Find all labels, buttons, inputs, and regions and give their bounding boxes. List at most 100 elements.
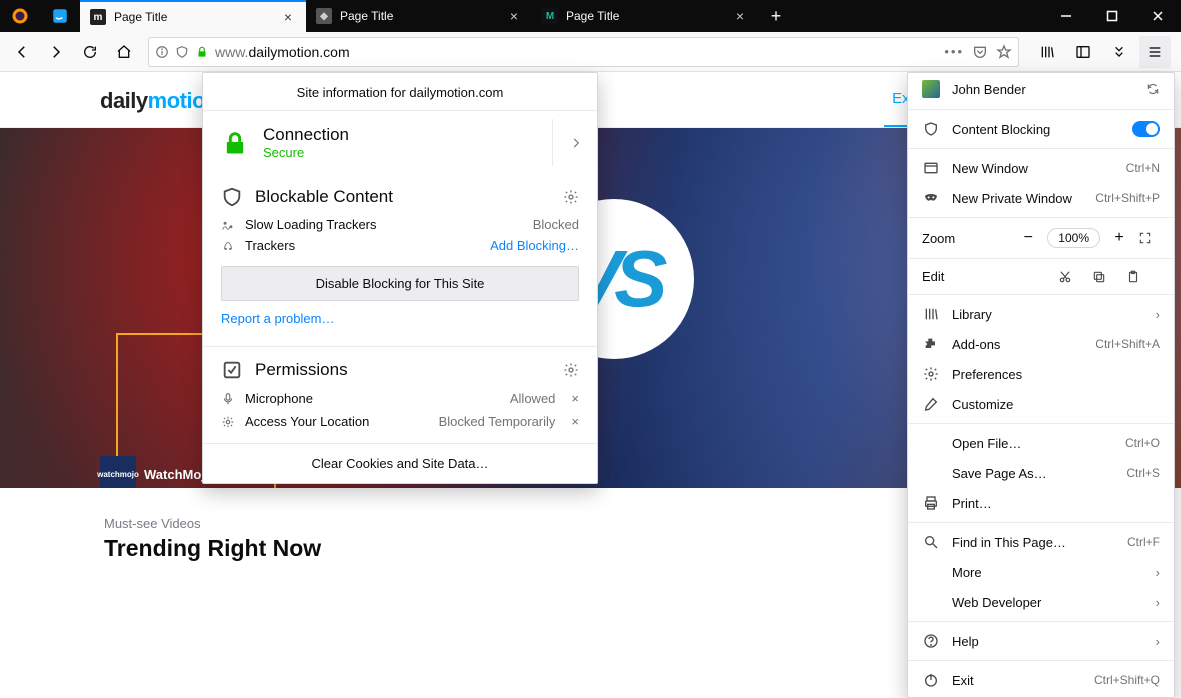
- cut-icon[interactable]: [1058, 270, 1092, 284]
- menu-content-blocking[interactable]: Content Blocking: [908, 114, 1174, 144]
- menu-open-file[interactable]: Open File… Ctrl+O: [908, 428, 1174, 458]
- copy-icon[interactable]: [1092, 270, 1126, 284]
- chevron-right-icon: ›: [1156, 565, 1160, 580]
- content-blocking-toggle[interactable]: [1132, 121, 1160, 137]
- pinned-tab-app[interactable]: [40, 0, 80, 32]
- paint-icon: [922, 396, 940, 412]
- clear-site-data-button[interactable]: Clear Cookies and Site Data…: [203, 443, 597, 483]
- pocket-icon[interactable]: [972, 44, 988, 60]
- clear-permission-icon[interactable]: ×: [565, 391, 579, 406]
- report-problem-link[interactable]: Report a problem…: [221, 305, 334, 336]
- overflow-chevron-icon[interactable]: [1103, 36, 1135, 68]
- tracking-protection-icon[interactable]: [175, 45, 189, 59]
- sync-icon[interactable]: [1146, 82, 1160, 96]
- help-icon: [922, 633, 940, 649]
- menu-web-developer[interactable]: Web Developer ›: [908, 587, 1174, 617]
- search-icon: [922, 534, 940, 550]
- slow-trackers-icon: [221, 218, 235, 232]
- perm-microphone-status: Allowed: [510, 391, 556, 406]
- blockable-content-label: Blockable Content: [255, 187, 393, 207]
- window-maximize-button[interactable]: [1089, 0, 1135, 32]
- tab-close-icon[interactable]: ×: [280, 9, 296, 25]
- connection-label: Connection: [263, 125, 349, 145]
- site-logo[interactable]: dailymotion: [100, 88, 218, 112]
- tab-title: Page Title: [566, 9, 724, 23]
- menu-more[interactable]: More ›: [908, 557, 1174, 587]
- gear-icon: [922, 366, 940, 382]
- menu-exit[interactable]: Exit Ctrl+Shift+Q: [908, 665, 1174, 695]
- menu-save-page[interactable]: Save Page As… Ctrl+S: [908, 458, 1174, 488]
- forward-button[interactable]: [40, 36, 72, 68]
- channel-avatar: watchmojo: [100, 456, 136, 488]
- chevron-right-icon: ›: [1156, 595, 1160, 610]
- url-bar[interactable]: www.dailymotion.com •••: [148, 37, 1019, 67]
- library-icon: [922, 306, 940, 322]
- tab-bar: m Page Title × ◆ Page Title × M Page Tit…: [0, 0, 1181, 32]
- home-button[interactable]: [108, 36, 140, 68]
- tab-background-1[interactable]: ◆ Page Title ×: [306, 0, 532, 32]
- account-row[interactable]: John Bender: [908, 73, 1174, 105]
- fullscreen-icon[interactable]: [1138, 231, 1160, 245]
- tab-title: Page Title: [114, 10, 272, 24]
- nav-toolbar: www.dailymotion.com •••: [0, 32, 1181, 72]
- back-button[interactable]: [6, 36, 38, 68]
- menu-find[interactable]: Find in This Page… Ctrl+F: [908, 527, 1174, 557]
- slow-trackers-label: Slow Loading Trackers: [245, 217, 377, 232]
- library-button[interactable]: [1031, 36, 1063, 68]
- menu-print[interactable]: Print…: [908, 488, 1174, 518]
- tab-active[interactable]: m Page Title ×: [80, 0, 306, 32]
- shield-icon: [221, 186, 243, 208]
- tab-close-icon[interactable]: ×: [506, 8, 522, 24]
- paste-icon[interactable]: [1126, 270, 1160, 284]
- microphone-icon: [221, 392, 235, 406]
- menu-library[interactable]: Library ›: [908, 299, 1174, 329]
- connection-row[interactable]: Connection Secure: [203, 110, 597, 174]
- gear-icon[interactable]: [563, 189, 579, 205]
- zoom-out-button[interactable]: −: [1017, 229, 1039, 247]
- site-info-panel: Site information for dailymotion.com Con…: [202, 72, 598, 484]
- connection-status: Secure: [263, 145, 349, 160]
- gear-icon[interactable]: [563, 362, 579, 378]
- zoom-in-button[interactable]: +: [1108, 229, 1130, 247]
- url-text[interactable]: www.dailymotion.com: [215, 44, 938, 60]
- chevron-right-icon: ›: [1156, 634, 1160, 649]
- permissions-icon: [221, 359, 243, 381]
- new-tab-button[interactable]: +: [758, 0, 794, 32]
- menu-addons[interactable]: Add-ons Ctrl+Shift+A: [908, 329, 1174, 359]
- clear-permission-icon[interactable]: ×: [565, 414, 579, 429]
- menu-help[interactable]: Help ›: [908, 626, 1174, 656]
- zoom-level[interactable]: 100%: [1047, 228, 1100, 248]
- reload-button[interactable]: [74, 36, 106, 68]
- app-menu-panel: John Bender Content Blocking New Window …: [907, 72, 1175, 698]
- pinned-tab-firefox[interactable]: [0, 0, 40, 32]
- menu-zoom-row: Zoom − 100% +: [908, 222, 1174, 254]
- perm-microphone-label: Microphone: [245, 391, 313, 406]
- add-blocking-link[interactable]: Add Blocking…: [490, 238, 579, 253]
- menu-customize[interactable]: Customize: [908, 389, 1174, 419]
- tab-title: Page Title: [340, 9, 498, 23]
- menu-new-window[interactable]: New Window Ctrl+N: [908, 153, 1174, 183]
- bookmark-star-icon[interactable]: [996, 44, 1012, 60]
- sidebar-button[interactable]: [1067, 36, 1099, 68]
- identity-info-icon[interactable]: [155, 45, 169, 59]
- menu-new-private-window[interactable]: New Private Window Ctrl+Shift+P: [908, 183, 1174, 213]
- power-icon: [922, 672, 940, 688]
- menu-preferences[interactable]: Preferences: [908, 359, 1174, 389]
- tab-close-icon[interactable]: ×: [732, 8, 748, 24]
- chevron-right-icon[interactable]: [569, 136, 583, 150]
- site-info-title: Site information for dailymotion.com: [203, 73, 597, 110]
- tab-background-2[interactable]: M Page Title ×: [532, 0, 758, 32]
- perm-location-status: Blocked Temporarily: [439, 414, 556, 429]
- tab-favicon: m: [90, 9, 106, 25]
- page-action-menu-icon[interactable]: •••: [944, 44, 964, 59]
- avatar: [922, 80, 940, 98]
- app-menu-button[interactable]: [1139, 36, 1171, 68]
- mask-icon: [922, 190, 940, 206]
- menu-edit-row: Edit: [908, 263, 1174, 290]
- window-close-button[interactable]: [1135, 0, 1181, 32]
- disable-blocking-button[interactable]: Disable Blocking for This Site: [221, 266, 579, 301]
- shield-icon: [922, 121, 940, 137]
- lock-icon[interactable]: [195, 45, 209, 59]
- window-minimize-button[interactable]: [1043, 0, 1089, 32]
- channel-chip[interactable]: watchmojo WatchMojo: [100, 456, 213, 488]
